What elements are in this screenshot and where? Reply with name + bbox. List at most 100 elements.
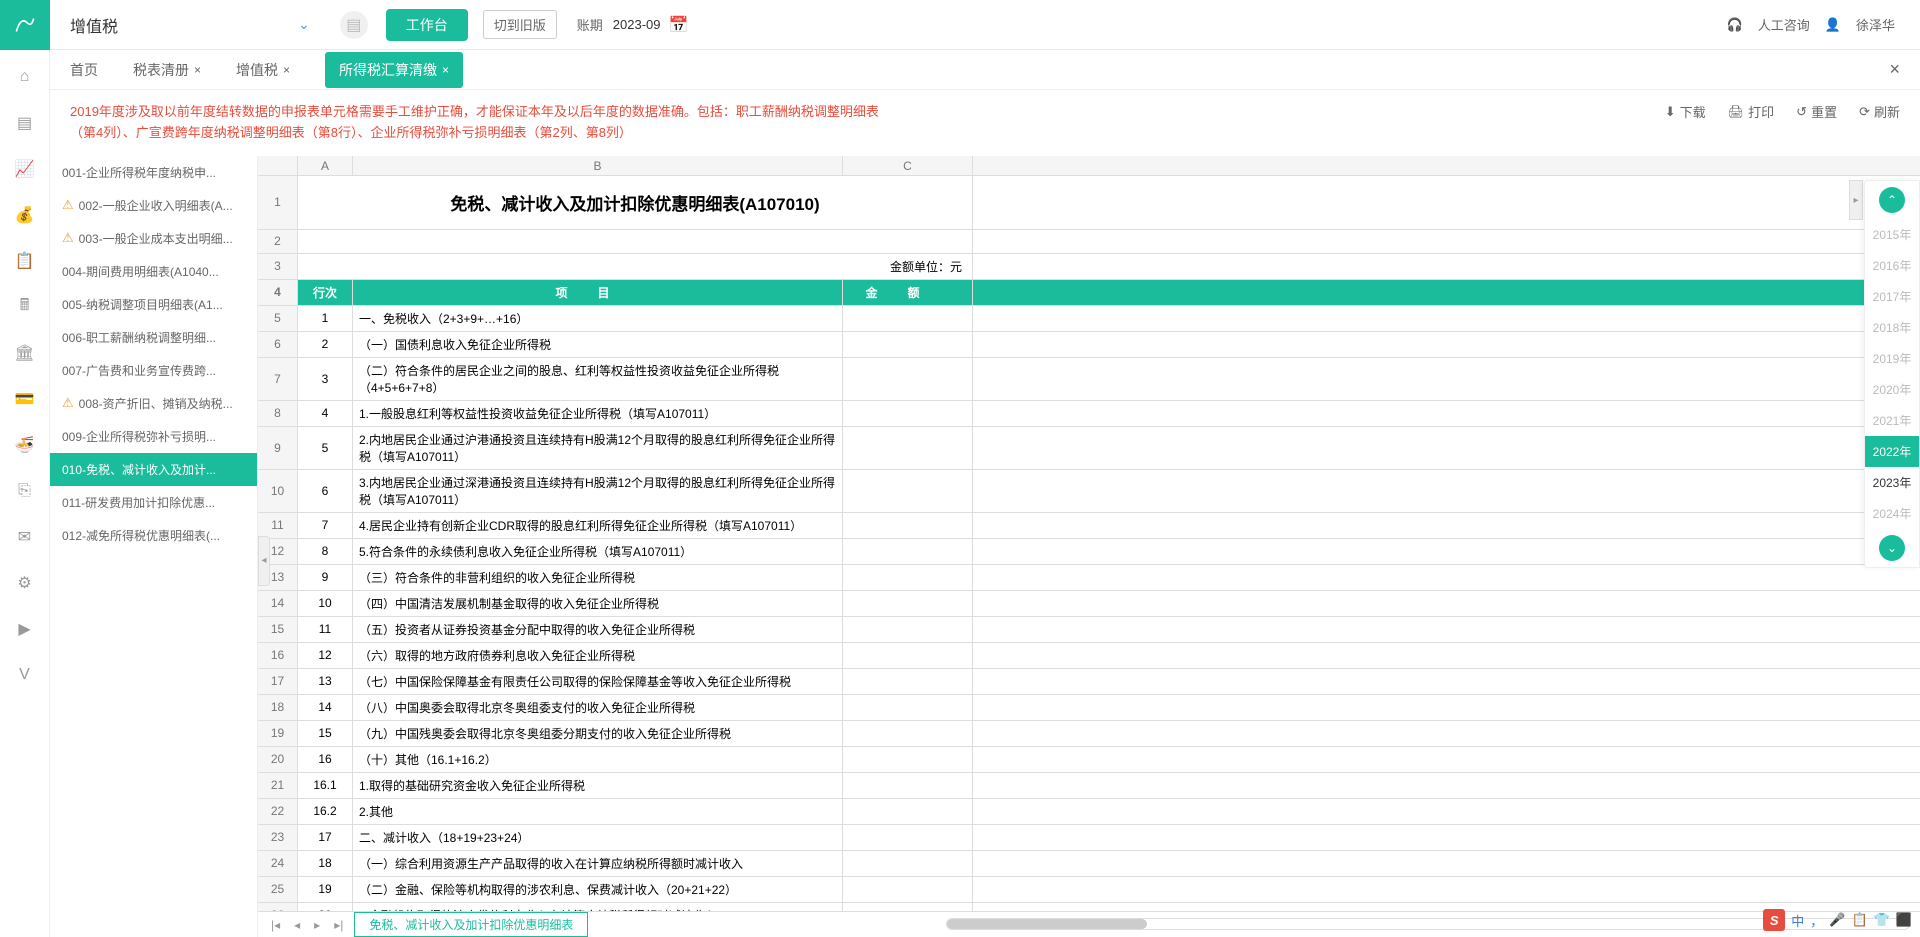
warning-icon: ⚠ bbox=[62, 197, 74, 213]
form-list-item[interactable]: 011-研发费用加计扣除优惠... bbox=[50, 486, 257, 519]
sheet-nav-prev[interactable]: ◂ bbox=[291, 918, 303, 932]
warning-text: 2019年度涉及取以前年度结转数据的申报表单元格需要手工维护正确，才能保证本年及… bbox=[70, 102, 890, 144]
form-list-item[interactable]: ⚠002-一般企业收入明细表(A... bbox=[50, 189, 257, 222]
form-list-item[interactable]: 009-企业所得税弥补亏损明... bbox=[50, 420, 257, 453]
col-header-a[interactable]: A bbox=[298, 156, 353, 175]
sheet-title: 免税、减计收入及加计扣除优惠明细表(A107010) bbox=[298, 176, 973, 229]
sidebar-home-icon[interactable]: ⌂ bbox=[13, 65, 37, 89]
user-icon[interactable]: 👤 bbox=[1825, 17, 1841, 33]
form-list-item[interactable]: 004-期间费用明细表(A1040... bbox=[50, 255, 257, 288]
sidebar-v-icon[interactable]: V bbox=[13, 663, 37, 687]
close-icon[interactable]: × bbox=[283, 63, 290, 77]
sidebar-mail-icon[interactable]: ✉ bbox=[13, 525, 37, 549]
close-icon[interactable]: × bbox=[442, 63, 449, 77]
workspace-button[interactable]: 工作台 bbox=[386, 9, 468, 41]
form-list-item[interactable]: 007-广告费和业务宣传费跨... bbox=[50, 354, 257, 387]
right-expand-handle[interactable]: ▸ bbox=[1849, 180, 1863, 220]
year-item[interactable]: 2015年 bbox=[1865, 219, 1919, 250]
sidebar-building-icon[interactable]: 🏛 bbox=[13, 341, 37, 365]
topbar: 增值税 ⌄ ▤ 工作台 切到旧版 账期 2023-09 📅 🎧 人工咨询 👤 徐… bbox=[0, 0, 1920, 50]
form-list-item[interactable]: 010-免税、减计收入及加计... bbox=[50, 453, 257, 486]
form-list-item[interactable]: 006-职工薪酬纳税调整明细... bbox=[50, 321, 257, 354]
table-header-row: 4 行次 项目 金额 bbox=[258, 280, 1920, 306]
table-row: 73（二）符合条件的居民企业之间的股息、红利等权益性投资收益免征企业所得税（4+… bbox=[258, 358, 1920, 401]
form-list-item[interactable]: 005-纳税调整项目明细表(A1... bbox=[50, 288, 257, 321]
year-item[interactable]: 2019年 bbox=[1865, 343, 1919, 374]
headset-icon[interactable]: 🎧 bbox=[1727, 17, 1743, 33]
close-icon[interactable]: × bbox=[194, 63, 201, 77]
col-header-b[interactable]: B bbox=[353, 156, 843, 175]
main: 首页 税表清册× 增值税× 所得税汇算清缴× × 2019年度涉及取以前年度结转… bbox=[50, 50, 1920, 937]
sidebar: ⌂ ▤ 📈 💰 📋 🖩 🏛 💳 🍜 ⎘ ✉ ⚙ ▶ V bbox=[0, 50, 50, 937]
reset-button[interactable]: ↺ 重置 bbox=[1796, 102, 1837, 121]
sidebar-chart-icon[interactable]: 📈 bbox=[13, 157, 37, 181]
year-item[interactable]: 2018年 bbox=[1865, 312, 1919, 343]
title-dropdown-icon[interactable]: ⌄ bbox=[298, 16, 310, 33]
tab-income[interactable]: 所得税汇算清缴× bbox=[325, 52, 463, 88]
year-item[interactable]: 2021年 bbox=[1865, 405, 1919, 436]
sidebar-bag-icon[interactable]: 💰 bbox=[13, 203, 37, 227]
period-value[interactable]: 2023-09 bbox=[613, 17, 661, 32]
sheet-nav-last[interactable]: ▸| bbox=[331, 918, 346, 932]
close-all-icon[interactable]: × bbox=[1889, 59, 1900, 80]
table-row: 51一、免税收入（2+3+9+…+16） bbox=[258, 306, 1920, 332]
sidebar-card-icon[interactable]: 💳 bbox=[13, 387, 37, 411]
year-item[interactable]: 2017年 bbox=[1865, 281, 1919, 312]
sheet-body[interactable]: 1免税、减计收入及加计扣除优惠明细表(A107010) 2 3金额单位：元 4 … bbox=[258, 176, 1920, 911]
ime-bar[interactable]: S 中 ， 🎤 📋 👕 ⬛ bbox=[1763, 909, 1912, 931]
tabs: 首页 税表清册× 增值税× 所得税汇算清缴× × bbox=[50, 50, 1920, 90]
form-list-item[interactable]: ⚠008-资产折旧、摊销及纳税... bbox=[50, 387, 257, 420]
table-row: 1174.居民企业持有创新企业CDR取得的股息红利所得免征企业所得税（填写A10… bbox=[258, 513, 1920, 539]
sidebar-gear-icon[interactable]: ⚙ bbox=[13, 571, 37, 595]
unit-label: 金额单位：元 bbox=[298, 254, 973, 279]
sidebar-doc-icon[interactable]: ▤ bbox=[13, 111, 37, 135]
table-row: 26201.金融机构取得的涉农贷款利息收入在计算应纳税所得额时减计收入 bbox=[258, 903, 1920, 911]
table-row: 2317二、减计收入（18+19+23+24） bbox=[258, 825, 1920, 851]
col-header-c[interactable]: C bbox=[843, 156, 973, 175]
period-label: 账期 bbox=[577, 15, 603, 34]
form-list-item[interactable]: ⚠003-一般企业成本支出明细... bbox=[50, 222, 257, 255]
sheet-nav-next[interactable]: ▸ bbox=[311, 918, 323, 932]
app-logo[interactable] bbox=[0, 0, 50, 50]
content: 001-企业所得税年度纳税申...⚠002-一般企业收入明细表(A...⚠003… bbox=[50, 156, 1920, 937]
table-row: 1612（六）取得的地方政府债券利息收入免征企业所得税 bbox=[258, 643, 1920, 669]
table-row: 1511（五）投资者从证券投资基金分配中取得的收入免征企业所得税 bbox=[258, 617, 1920, 643]
switch-old-button[interactable]: 切到旧版 bbox=[483, 10, 557, 39]
refresh-button[interactable]: ⟳ 刷新 bbox=[1859, 102, 1900, 121]
year-item[interactable]: 2023年 bbox=[1865, 467, 1919, 498]
table-row: 952.内地居民企业通过沪港通投资且连续持有H股满12个月取得的股息红利所得免征… bbox=[258, 427, 1920, 470]
year-item[interactable]: 2020年 bbox=[1865, 374, 1919, 405]
sidebar-calc-icon[interactable]: 🖩 bbox=[13, 295, 37, 319]
sidebar-copy-icon[interactable]: ⎘ bbox=[13, 479, 37, 503]
year-item[interactable]: 2022年 bbox=[1865, 436, 1919, 467]
collapse-handle[interactable]: ◂ bbox=[258, 536, 270, 586]
doc-icon[interactable]: ▤ bbox=[340, 11, 368, 39]
sidebar-clipboard-icon[interactable]: 📋 bbox=[13, 249, 37, 273]
table-row: 1063.内地居民企业通过深港通投资且连续持有H股满12个月取得的股息红利所得免… bbox=[258, 470, 1920, 513]
year-up-icon[interactable]: ⌃ bbox=[1879, 187, 1905, 213]
ime-logo[interactable]: S bbox=[1763, 909, 1785, 931]
year-item[interactable]: 2024年 bbox=[1865, 498, 1919, 529]
corner-cell[interactable] bbox=[258, 156, 298, 175]
year-down-icon[interactable]: ⌄ bbox=[1879, 535, 1905, 561]
consult-link[interactable]: 人工咨询 bbox=[1758, 15, 1810, 34]
download-button[interactable]: ⬇ 下载 bbox=[1665, 102, 1706, 121]
year-rail: ⌃ 2015年2016年2017年2018年2019年2020年2021年202… bbox=[1864, 180, 1920, 568]
column-headers: A B C bbox=[258, 156, 1920, 176]
tab-list[interactable]: 税表清册× bbox=[133, 60, 201, 80]
warning-icon: ⚠ bbox=[62, 230, 74, 246]
sidebar-noodle-icon[interactable]: 🍜 bbox=[13, 433, 37, 457]
sidebar-play-icon[interactable]: ▶ bbox=[13, 617, 37, 641]
tab-vat[interactable]: 增值税× bbox=[236, 60, 290, 80]
user-name[interactable]: 徐泽华 bbox=[1856, 15, 1895, 34]
sheet-tab-active[interactable]: 免税、减计收入及加计扣除优惠明细表 bbox=[354, 912, 588, 937]
form-list-item[interactable]: 012-减免所得税优惠明细表(... bbox=[50, 519, 257, 552]
print-button[interactable]: 🖨 打印 bbox=[1728, 102, 1775, 121]
sheet-nav-first[interactable]: |◂ bbox=[268, 918, 283, 932]
table-row: 1814（八）中国奥委会取得北京冬奥组委支付的收入免征企业所得税 bbox=[258, 695, 1920, 721]
calendar-icon[interactable]: 📅 bbox=[669, 15, 689, 35]
form-list-item[interactable]: 001-企业所得税年度纳税申... bbox=[50, 156, 257, 189]
year-item[interactable]: 2016年 bbox=[1865, 250, 1919, 281]
tab-home[interactable]: 首页 bbox=[70, 60, 98, 80]
page-title: 增值税 bbox=[70, 13, 118, 37]
